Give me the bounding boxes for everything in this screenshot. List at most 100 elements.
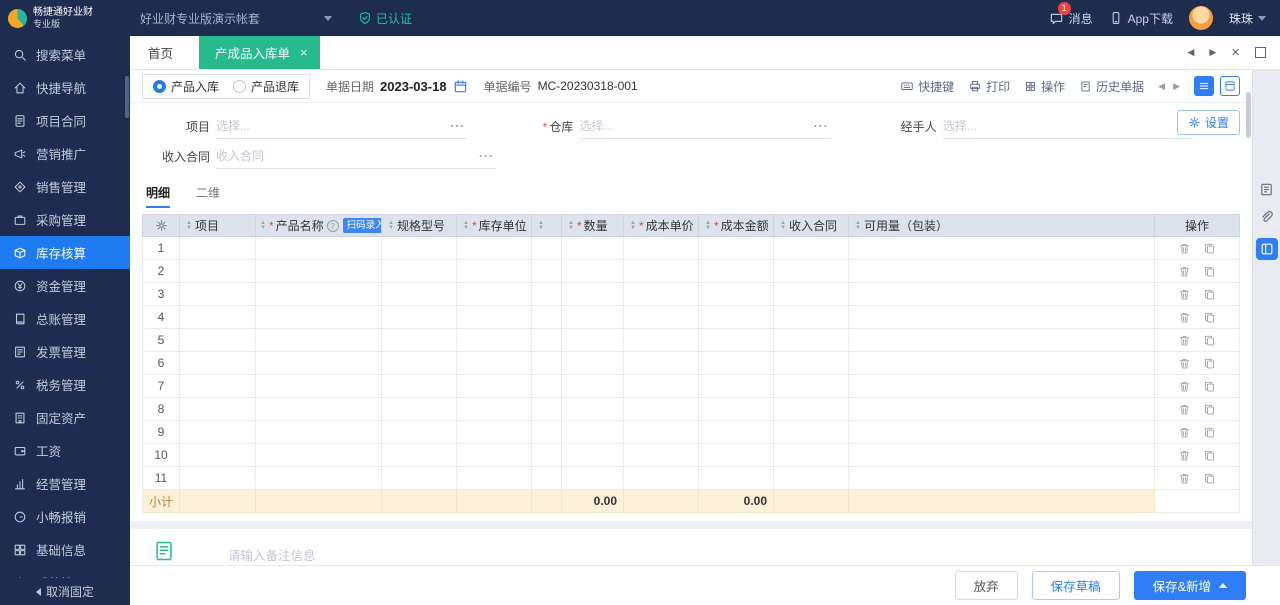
cell-income-contract[interactable] — [774, 329, 849, 352]
cell-qty[interactable] — [562, 467, 624, 490]
cell-product-name[interactable] — [256, 329, 382, 352]
sort-icon[interactable]: ▲ ▼ — [538, 220, 544, 231]
sidebar-item-sales[interactable]: 销售管理 — [0, 170, 130, 203]
cell-spec[interactable] — [382, 329, 457, 352]
cell-project[interactable] — [180, 398, 256, 421]
side-panel-toggle-icon[interactable] — [1255, 238, 1278, 260]
sort-icon[interactable]: ▲ ▼ — [463, 220, 469, 231]
cell-qty[interactable] — [562, 237, 624, 260]
cell-spec[interactable] — [382, 352, 457, 375]
delete-row-icon[interactable] — [1178, 311, 1191, 324]
cell-cost-amount[interactable] — [699, 260, 774, 283]
save-draft-button[interactable]: 保存草稿 — [1031, 571, 1120, 600]
sidebar-item-system[interactable]: 系统管理 — [0, 566, 130, 578]
delete-row-icon[interactable] — [1178, 426, 1191, 439]
col-spec[interactable]: ▲ ▼ 规格型号 — [382, 214, 457, 237]
cell-product-name[interactable] — [256, 375, 382, 398]
cell-aux[interactable] — [532, 306, 562, 329]
cell-project[interactable] — [180, 467, 256, 490]
sort-icon[interactable]: ▲ ▼ — [630, 220, 636, 231]
sidebar-item-operation[interactable]: 经营管理 — [0, 467, 130, 500]
save-and-new-button[interactable]: 保存&新增 — [1133, 571, 1246, 600]
cell-qty[interactable] — [562, 352, 624, 375]
copy-row-icon[interactable] — [1203, 242, 1216, 255]
cell-aux[interactable] — [532, 329, 562, 352]
cell-cost-amount[interactable] — [699, 283, 774, 306]
cell-project[interactable] — [180, 375, 256, 398]
cell-cost-amount[interactable] — [699, 444, 774, 467]
prev-doc-icon[interactable]: ◀ — [1158, 81, 1165, 92]
project-input[interactable] — [216, 118, 449, 133]
content-scrollbar[interactable] — [1246, 92, 1251, 138]
cell-spec[interactable] — [382, 306, 457, 329]
delete-row-icon[interactable] — [1178, 242, 1191, 255]
cell-unit-cost[interactable] — [624, 352, 699, 375]
sort-icon[interactable]: ▲ ▼ — [388, 220, 394, 231]
col-available[interactable]: ▲ ▼ 可用量（包装） — [849, 214, 1155, 237]
doc-number-value[interactable]: MC-20230318-001 — [538, 79, 638, 93]
cell-income-contract[interactable] — [774, 467, 849, 490]
cell-project[interactable] — [180, 306, 256, 329]
cell-qty[interactable] — [562, 329, 624, 352]
copy-row-icon[interactable] — [1203, 265, 1216, 278]
cell-income-contract[interactable] — [774, 306, 849, 329]
cell-project[interactable] — [180, 421, 256, 444]
column-settings-cell[interactable] — [142, 214, 180, 237]
delete-row-icon[interactable] — [1178, 403, 1191, 416]
help-icon[interactable]: ? — [326, 219, 339, 232]
copy-row-icon[interactable] — [1203, 334, 1216, 347]
view-mode-list-button[interactable] — [1194, 76, 1214, 96]
cell-stock-unit[interactable] — [457, 467, 532, 490]
discard-button[interactable]: 放弃 — [954, 571, 1018, 600]
cell-product-name[interactable] — [256, 398, 382, 421]
cell-product-name[interactable] — [256, 237, 382, 260]
cell-available[interactable] — [849, 283, 1155, 306]
sidebar-item-contract[interactable]: 项目合同 — [0, 104, 130, 137]
tab-detail[interactable]: 明细 — [146, 184, 171, 208]
handler-input[interactable] — [942, 118, 1175, 133]
cell-qty[interactable] — [562, 375, 624, 398]
cell-stock-unit[interactable] — [457, 421, 532, 444]
cell-spec[interactable] — [382, 444, 457, 467]
copy-row-icon[interactable] — [1203, 472, 1216, 485]
cell-aux[interactable] — [532, 467, 562, 490]
cell-unit-cost[interactable] — [624, 329, 699, 352]
cell-stock-unit[interactable] — [457, 329, 532, 352]
cell-unit-cost[interactable] — [624, 283, 699, 306]
col-project[interactable]: ▲ ▼ 项目 — [180, 214, 256, 237]
cell-qty[interactable] — [562, 306, 624, 329]
hotkeys-button[interactable]: 快捷键 — [900, 78, 954, 95]
cell-income-contract[interactable] — [774, 283, 849, 306]
cell-project[interactable] — [180, 237, 256, 260]
cell-available[interactable] — [849, 444, 1155, 467]
cell-qty[interactable] — [562, 444, 624, 467]
cell-available[interactable] — [849, 237, 1155, 260]
related-docs-icon[interactable] — [1259, 182, 1274, 197]
cell-project[interactable] — [180, 260, 256, 283]
delete-row-icon[interactable] — [1178, 265, 1191, 278]
tabs-scroll-left-icon[interactable]: ◀ — [1187, 47, 1194, 58]
cell-spec[interactable] — [382, 398, 457, 421]
cell-stock-unit[interactable] — [457, 306, 532, 329]
account-selector[interactable]: 好业财专业版演示帐套 — [140, 10, 332, 27]
sidebar-item-ledger[interactable]: 总账管理 — [0, 302, 130, 335]
tab-dimension[interactable]: 二维 — [196, 184, 220, 208]
cell-product-name[interactable] — [256, 421, 382, 444]
cell-cost-amount[interactable] — [699, 421, 774, 444]
cell-income-contract[interactable] — [774, 375, 849, 398]
sidebar-scrollbar[interactable] — [125, 76, 129, 118]
income-contract-picker-icon[interactable]: ··· — [477, 149, 496, 163]
view-mode-panel-button[interactable] — [1220, 76, 1240, 96]
col-unit-cost[interactable]: ▲ ▼ * 成本单价 — [624, 214, 699, 237]
copy-row-icon[interactable] — [1203, 449, 1216, 462]
copy-row-icon[interactable] — [1203, 426, 1216, 439]
history-button[interactable]: 历史单据 — [1079, 78, 1144, 95]
cell-stock-unit[interactable] — [457, 444, 532, 467]
cell-stock-unit[interactable] — [457, 375, 532, 398]
cell-qty[interactable] — [562, 421, 624, 444]
cell-aux[interactable] — [532, 352, 562, 375]
sidebar-item-search[interactable]: 搜索菜单 — [0, 38, 130, 71]
sort-icon[interactable]: ▲ ▼ — [260, 220, 266, 231]
sort-icon[interactable]: ▲ ▼ — [780, 220, 786, 231]
project-picker-icon[interactable]: ··· — [448, 119, 467, 133]
